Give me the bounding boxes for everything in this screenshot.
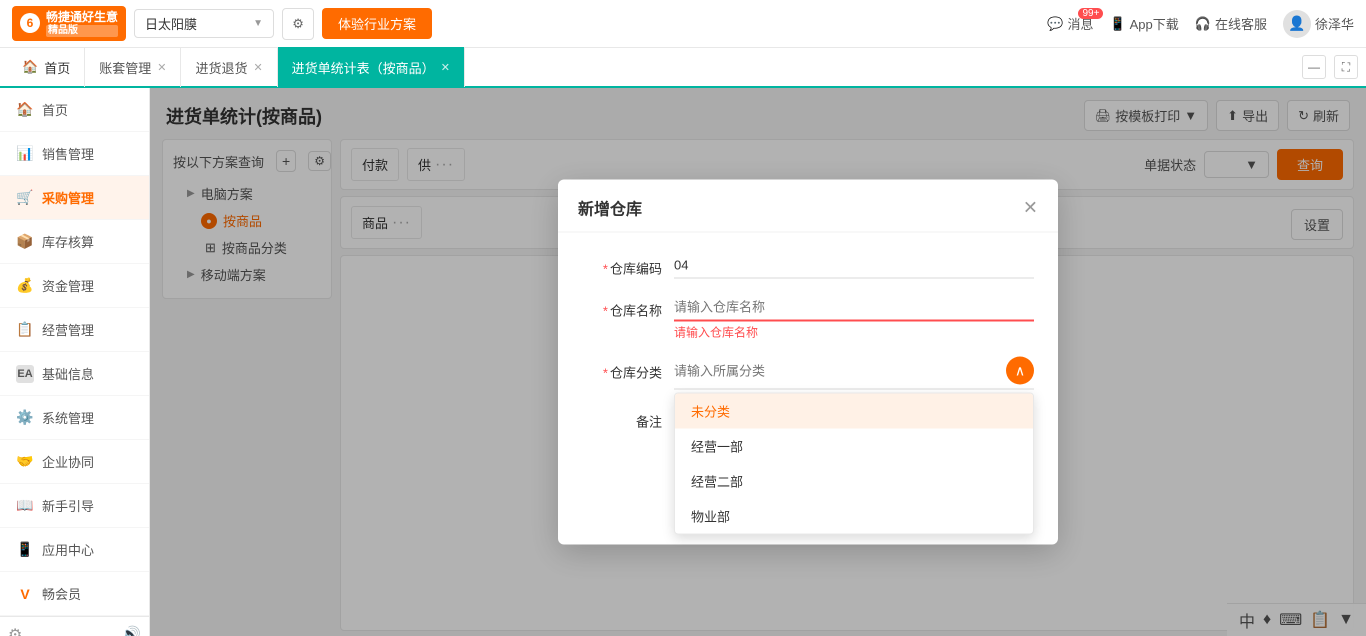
tab-purchase-return[interactable]: 进货退货 ✕ (181, 47, 277, 87)
logo-badge: 精品版 (46, 25, 118, 37)
category-input-row: ∧ (674, 357, 1034, 390)
app-center-icon: 📱 (16, 541, 34, 559)
dialog-body: *仓库编码 *仓库名称 请输入仓库名称 (558, 233, 1058, 492)
messages-button[interactable]: 💬 消息 99+ (1047, 14, 1093, 33)
tab-minimize-button[interactable]: — (1302, 55, 1326, 79)
purchase-icon: 🛒 (16, 189, 34, 207)
sidebar-item-home[interactable]: 🏠 首页 (0, 88, 149, 132)
tab-purchase-stats[interactable]: 进货单统计表（按商品） ✕ (278, 47, 465, 87)
warehouse-name-wrapper: 请输入仓库名称 (674, 295, 1034, 341)
sidebar: 🏠 首页 📊 销售管理 🛒 采购管理 📦 库存核算 💰 资金管理 📋 经营管理 … (0, 88, 150, 636)
app-download-button[interactable]: 📱 App下载 (1109, 14, 1178, 33)
warehouse-name-error: 请输入仓库名称 (674, 324, 1034, 341)
basic-info-icon: EA (16, 365, 34, 383)
warehouse-name-label: *仓库名称 (582, 295, 662, 320)
message-icon: 💬 (1047, 16, 1063, 32)
close-icon[interactable]: ✕ (157, 61, 166, 74)
gear-button[interactable]: ⚙ (282, 8, 314, 40)
sidebar-item-app[interactable]: 📱 应用中心 (0, 528, 149, 572)
home-icon: 🏠 (22, 59, 38, 75)
dialog-header: 新增仓库 ✕ (558, 180, 1058, 233)
sidebar-item-operations[interactable]: 📋 经营管理 (0, 308, 149, 352)
system-icon: ⚙️ (16, 409, 34, 427)
category-option-dept1[interactable]: 经营一部 (675, 429, 1033, 464)
logo-icon: 6 (20, 13, 40, 33)
category-wrapper: ∧ 未分类 经营一部 经营二部 物业部 (674, 357, 1034, 390)
store-selector[interactable]: 日太阳膜 ▼ (134, 9, 274, 38)
sidebar-item-guide[interactable]: 📖 新手引导 (0, 484, 149, 528)
warehouse-category-label: *仓库分类 (582, 357, 662, 382)
topbar: 6 畅捷通好生意 精品版 日太阳膜 ▼ ⚙ 体验行业方案 💬 消息 99+ 📱 … (0, 0, 1366, 48)
warehouse-notes-label: 备注 (582, 406, 662, 431)
logo-area: 6 畅捷通好生意 精品版 (12, 6, 126, 40)
category-option-property[interactable]: 物业部 (675, 499, 1033, 534)
trial-button[interactable]: 体验行业方案 (322, 8, 432, 39)
message-badge: 99+ (1078, 8, 1103, 19)
sidebar-item-enterprise[interactable]: 🤝 企业协同 (0, 440, 149, 484)
headset-icon: 🎧 (1195, 16, 1211, 32)
warehouse-code-label: *仓库编码 (582, 253, 662, 278)
warehouse-category-row: *仓库分类 ∧ 未分类 经营一部 经营二部 物业部 (582, 357, 1034, 390)
main-layout: 🏠 首页 📊 销售管理 🛒 采购管理 📦 库存核算 💰 资金管理 📋 经营管理 … (0, 88, 1366, 636)
close-icon[interactable]: ✕ (253, 61, 262, 74)
sidebar-item-finance[interactable]: 💰 资金管理 (0, 264, 149, 308)
close-icon[interactable]: ✕ (441, 61, 450, 74)
home-icon: 🏠 (16, 101, 34, 119)
username-label: 徐泽华 (1315, 14, 1354, 33)
category-dropdown: 未分类 经营一部 经营二部 物业部 (674, 393, 1034, 535)
operations-icon: 📋 (16, 321, 34, 339)
tabbar-controls: — ⛶ (1302, 55, 1358, 79)
online-service-button[interactable]: 🎧 在线客服 (1195, 14, 1267, 33)
warehouse-name-input[interactable] (674, 295, 1034, 322)
logo-text: 畅捷通好生意 精品版 (46, 10, 118, 36)
sidebar-bottom: ⚙ 🔊 (0, 616, 149, 636)
topbar-right: 💬 消息 99+ 📱 App下载 🎧 在线客服 👤 徐泽华 (1047, 10, 1354, 38)
dialog-close-button[interactable]: ✕ (1023, 199, 1038, 217)
sidebar-item-sales[interactable]: 📊 销售管理 (0, 132, 149, 176)
sidebar-collapse-icon[interactable]: 🔊 (121, 625, 141, 636)
chevron-down-icon: ▼ (253, 18, 263, 29)
warehouse-name-row: *仓库名称 请输入仓库名称 (582, 295, 1034, 341)
avatar: 👤 (1283, 10, 1311, 38)
sidebar-settings-icon[interactable]: ⚙ (8, 625, 22, 636)
sales-icon: 📊 (16, 145, 34, 163)
sidebar-item-vip[interactable]: V 畅会员 (0, 572, 149, 616)
dialog-title: 新增仓库 (578, 196, 642, 220)
tab-home[interactable]: 🏠 首页 (8, 47, 85, 87)
sidebar-item-basic-info[interactable]: EA 基础信息 (0, 352, 149, 396)
category-toggle-button[interactable]: ∧ (1006, 357, 1034, 385)
category-input[interactable] (674, 358, 1006, 383)
app-icon: 📱 (1109, 16, 1125, 32)
warehouse-code-input[interactable] (674, 253, 1034, 279)
warehouse-code-row: *仓库编码 (582, 253, 1034, 279)
guide-icon: 📖 (16, 497, 34, 515)
enterprise-icon: 🤝 (16, 453, 34, 471)
content-area: 进货单统计(按商品) 🖨 按模板打印 ▼ ⬆ 导出 ↻ 刷新 (150, 88, 1366, 636)
finance-icon: 💰 (16, 277, 34, 295)
category-option-dept2[interactable]: 经营二部 (675, 464, 1033, 499)
vip-icon: V (16, 585, 34, 603)
tabbar: 🏠 首页 账套管理 ✕ 进货退货 ✕ 进货单统计表（按商品） ✕ — ⛶ (0, 48, 1366, 88)
tab-fullscreen-button[interactable]: ⛶ (1334, 55, 1358, 79)
tab-account[interactable]: 账套管理 ✕ (85, 47, 181, 87)
store-name: 日太阳膜 (145, 14, 249, 33)
inventory-icon: 📦 (16, 233, 34, 251)
category-option-unclassified[interactable]: 未分类 (675, 394, 1033, 429)
add-warehouse-dialog: 新增仓库 ✕ *仓库编码 *仓库名称 (558, 180, 1058, 545)
sidebar-item-purchase[interactable]: 🛒 采购管理 (0, 176, 149, 220)
user-profile-button[interactable]: 👤 徐泽华 (1283, 10, 1354, 38)
sidebar-item-inventory[interactable]: 📦 库存核算 (0, 220, 149, 264)
sidebar-item-system[interactable]: ⚙️ 系统管理 (0, 396, 149, 440)
